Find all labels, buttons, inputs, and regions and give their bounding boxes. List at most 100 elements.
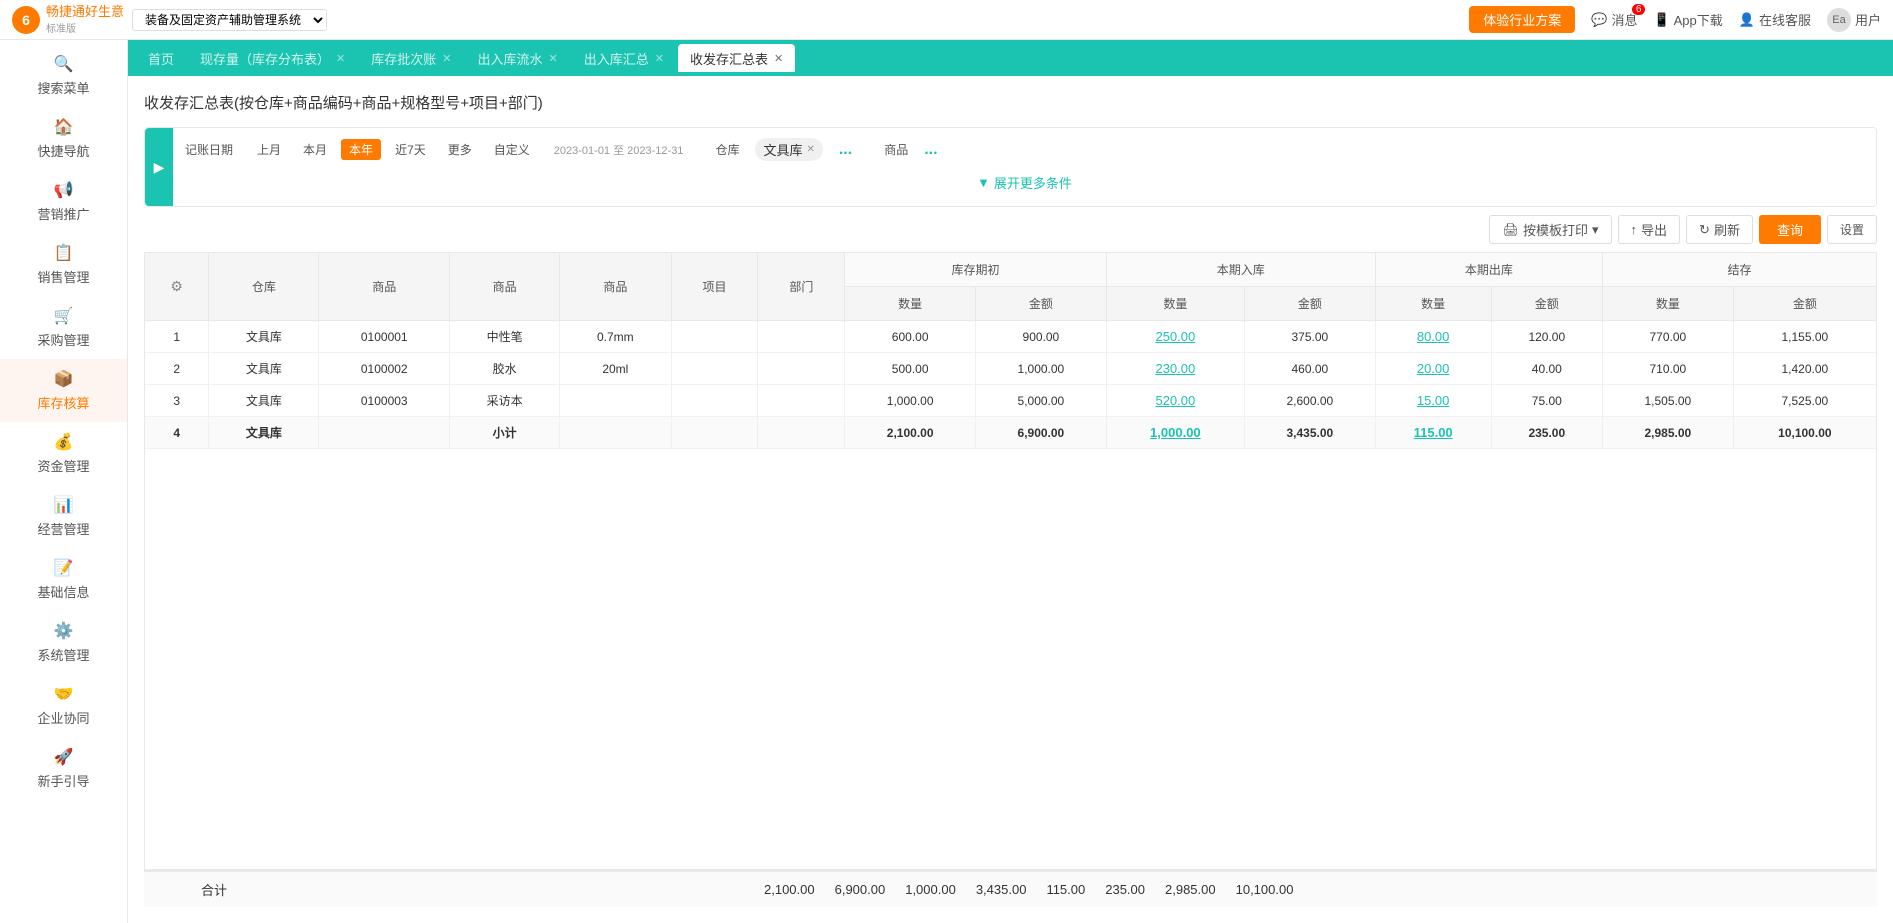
th-init-qty: 数量 [845, 287, 976, 321]
print-btn[interactable]: 🖨 按模板打印 ▾ [1489, 215, 1611, 244]
warehouse-tag-remove[interactable]: ✕ [806, 144, 814, 155]
user-action[interactable]: Ea 用户 [1827, 8, 1881, 32]
filter-body: 记账日期 上月 本月 本年 近7天 更多 自定义 2023-01-01 至 20… [173, 128, 1876, 206]
app-download-label: App下载 [1674, 10, 1723, 29]
row3-in-qty[interactable]: 520.00 [1106, 385, 1244, 417]
warehouse-more-btn[interactable]: ... [839, 141, 852, 159]
sidebar-item-marketing[interactable]: 📢 营销推广 [0, 170, 127, 233]
sidebar-label-finance: 资金管理 [37, 456, 89, 475]
tab-in-out-flow-close[interactable]: ✕ [549, 52, 558, 65]
sidebar-item-basic-info[interactable]: 📝 基础信息 [0, 548, 127, 611]
row2-dept [758, 353, 845, 385]
date-btn-custom[interactable]: 自定义 [486, 139, 538, 160]
column-settings-icon[interactable]: ⚙ [155, 278, 198, 295]
sidebar-item-collab[interactable]: 🤝 企业协同 [0, 674, 127, 737]
row3-code: 0100003 [319, 385, 450, 417]
sidebar-label-quick-nav: 快捷导航 [37, 141, 89, 160]
message-icon: 💬 [1591, 12, 1607, 28]
sidebar-label-guide: 新手引导 [37, 771, 89, 790]
row4-init-qty: 2,100.00 [845, 417, 976, 449]
refresh-btn[interactable]: ↻ 刷新 [1686, 215, 1753, 244]
date-btn-7days[interactable]: 近7天 [387, 139, 434, 160]
sidebar-item-sales[interactable]: 📋 销售管理 [0, 233, 127, 296]
expand-down-icon: ▼ [977, 175, 990, 190]
sidebar-item-operations[interactable]: 📊 经营管理 [0, 485, 127, 548]
sidebar-item-system[interactable]: ⚙️ 系统管理 [0, 611, 127, 674]
message-action[interactable]: 💬 消息 6 [1591, 10, 1637, 29]
tab-in-out-flow[interactable]: 出入库流水 ✕ [465, 44, 569, 72]
date-filter-label: 记账日期 [185, 141, 233, 158]
sidebar-label-collab: 企业协同 [37, 708, 89, 727]
sidebar-item-finance[interactable]: 💰 资金管理 [0, 422, 127, 485]
row3-name: 采访本 [450, 385, 560, 417]
sidebar-item-quick-nav[interactable]: 🏠 快捷导航 [0, 107, 127, 170]
th-bal-qty: 数量 [1602, 287, 1733, 321]
date-btn-more[interactable]: 更多 [440, 139, 480, 160]
sidebar-label-search: 搜索菜单 [37, 78, 89, 97]
row4-project [671, 417, 758, 449]
query-btn[interactable]: 查询 [1759, 215, 1821, 244]
warehouse-filter-label: 仓库 [715, 141, 739, 158]
row4-name: 小计 [450, 417, 560, 449]
th-name: 商品 [450, 253, 560, 321]
goods-more-btn[interactable]: ... [924, 141, 937, 159]
tab-batch-account[interactable]: 库存批次账 ✕ [359, 44, 463, 72]
footer-in-amt: 3,435.00 [966, 878, 1037, 901]
row1-in-qty[interactable]: 250.00 [1106, 321, 1244, 353]
finance-icon: 💰 [54, 432, 74, 452]
th-init-stock: 库存期初 [845, 253, 1106, 287]
app-download-action[interactable]: 📱 App下载 [1653, 10, 1722, 29]
tab-in-out-summary-label: 出入库汇总 [584, 49, 649, 68]
top-bar-actions: 体验行业方案 💬 消息 6 📱 App下载 👤 在线客服 Ea 用户 [1469, 6, 1881, 33]
online-service-action[interactable]: 👤 在线客服 [1739, 10, 1811, 29]
main-layout: 🔍 搜索菜单 🏠 快捷导航 📢 营销推广 📋 销售管理 🛒 采购管理 📦 库存核… [0, 40, 1893, 923]
tab-in-out-summary[interactable]: 出入库汇总 ✕ [572, 44, 676, 72]
row1-code: 0100001 [319, 321, 450, 353]
tab-in-out-summary-close[interactable]: ✕ [655, 52, 664, 65]
sidebar-item-inventory[interactable]: 📦 库存核算 [0, 359, 127, 422]
row3-out-qty[interactable]: 15.00 [1375, 385, 1491, 417]
th-settings[interactable]: ⚙ [145, 253, 209, 321]
experience-btn[interactable]: 体验行业方案 [1469, 6, 1575, 33]
tab-inventory-dist[interactable]: 现存量（库存分布表） ✕ [188, 44, 357, 72]
sidebar-item-search[interactable]: 🔍 搜索菜单 [0, 44, 127, 107]
row3-no: 3 [145, 385, 209, 417]
row2-out-qty[interactable]: 20.00 [1375, 353, 1491, 385]
filter-toggle-btn[interactable]: ▶ [145, 128, 173, 206]
date-btn-this-year[interactable]: 本年 [341, 139, 381, 160]
sidebar-label-purchase: 采购管理 [37, 330, 89, 349]
row1-init-qty: 600.00 [845, 321, 976, 353]
row4-in-qty[interactable]: 1,000.00 [1106, 417, 1244, 449]
avatar: Ea [1827, 8, 1851, 32]
date-btn-this-month[interactable]: 本月 [295, 139, 335, 160]
sidebar-item-purchase[interactable]: 🛒 采购管理 [0, 296, 127, 359]
tab-recv-send-summary[interactable]: 收发存汇总表 ✕ [678, 44, 795, 72]
tab-inventory-dist-close[interactable]: ✕ [336, 52, 345, 65]
settings-btn[interactable]: 设置 [1827, 215, 1877, 244]
row1-warehouse: 文具库 [209, 321, 319, 353]
page-title: 收发存汇总表(按仓库+商品编码+商品+规格型号+项目+部门) [144, 92, 1877, 113]
row1-out-amt: 120.00 [1491, 321, 1602, 353]
refresh-label: 刷新 [1714, 220, 1740, 239]
row3-out-amt: 75.00 [1491, 385, 1602, 417]
row3-in-amt: 2,600.00 [1244, 385, 1375, 417]
tab-batch-account-close[interactable]: ✕ [442, 52, 451, 65]
date-btn-last-month[interactable]: 上月 [249, 139, 289, 160]
phone-icon: 📱 [1653, 12, 1669, 28]
system-selector[interactable]: 装备及固定资产辅助管理系统 [132, 9, 327, 31]
expand-filter-btn[interactable]: ▼ 展开更多条件 [185, 169, 1864, 196]
footer-out-qty: 115.00 [1036, 878, 1095, 901]
sidebar-label-operations: 经营管理 [37, 519, 89, 538]
th-bal-amt: 金额 [1733, 287, 1876, 321]
data-table: ⚙ 仓库 商品 商品 商品 项目 部门 库存期初 本期入库 本期出库 结存 [145, 253, 1876, 449]
tab-home[interactable]: 首页 [136, 44, 186, 72]
export-btn[interactable]: ↑ 导出 [1618, 215, 1681, 244]
row2-project [671, 353, 758, 385]
row1-out-qty[interactable]: 80.00 [1375, 321, 1491, 353]
filter-section: ▶ 记账日期 上月 本月 本年 近7天 更多 自定义 [144, 127, 1877, 207]
row4-out-qty[interactable]: 115.00 [1375, 417, 1491, 449]
row2-in-qty[interactable]: 230.00 [1106, 353, 1244, 385]
sidebar-item-guide[interactable]: 🚀 新手引导 [0, 737, 127, 800]
footer-init-amt: 6,900.00 [825, 878, 896, 901]
tab-recv-send-summary-close[interactable]: ✕ [774, 52, 783, 65]
